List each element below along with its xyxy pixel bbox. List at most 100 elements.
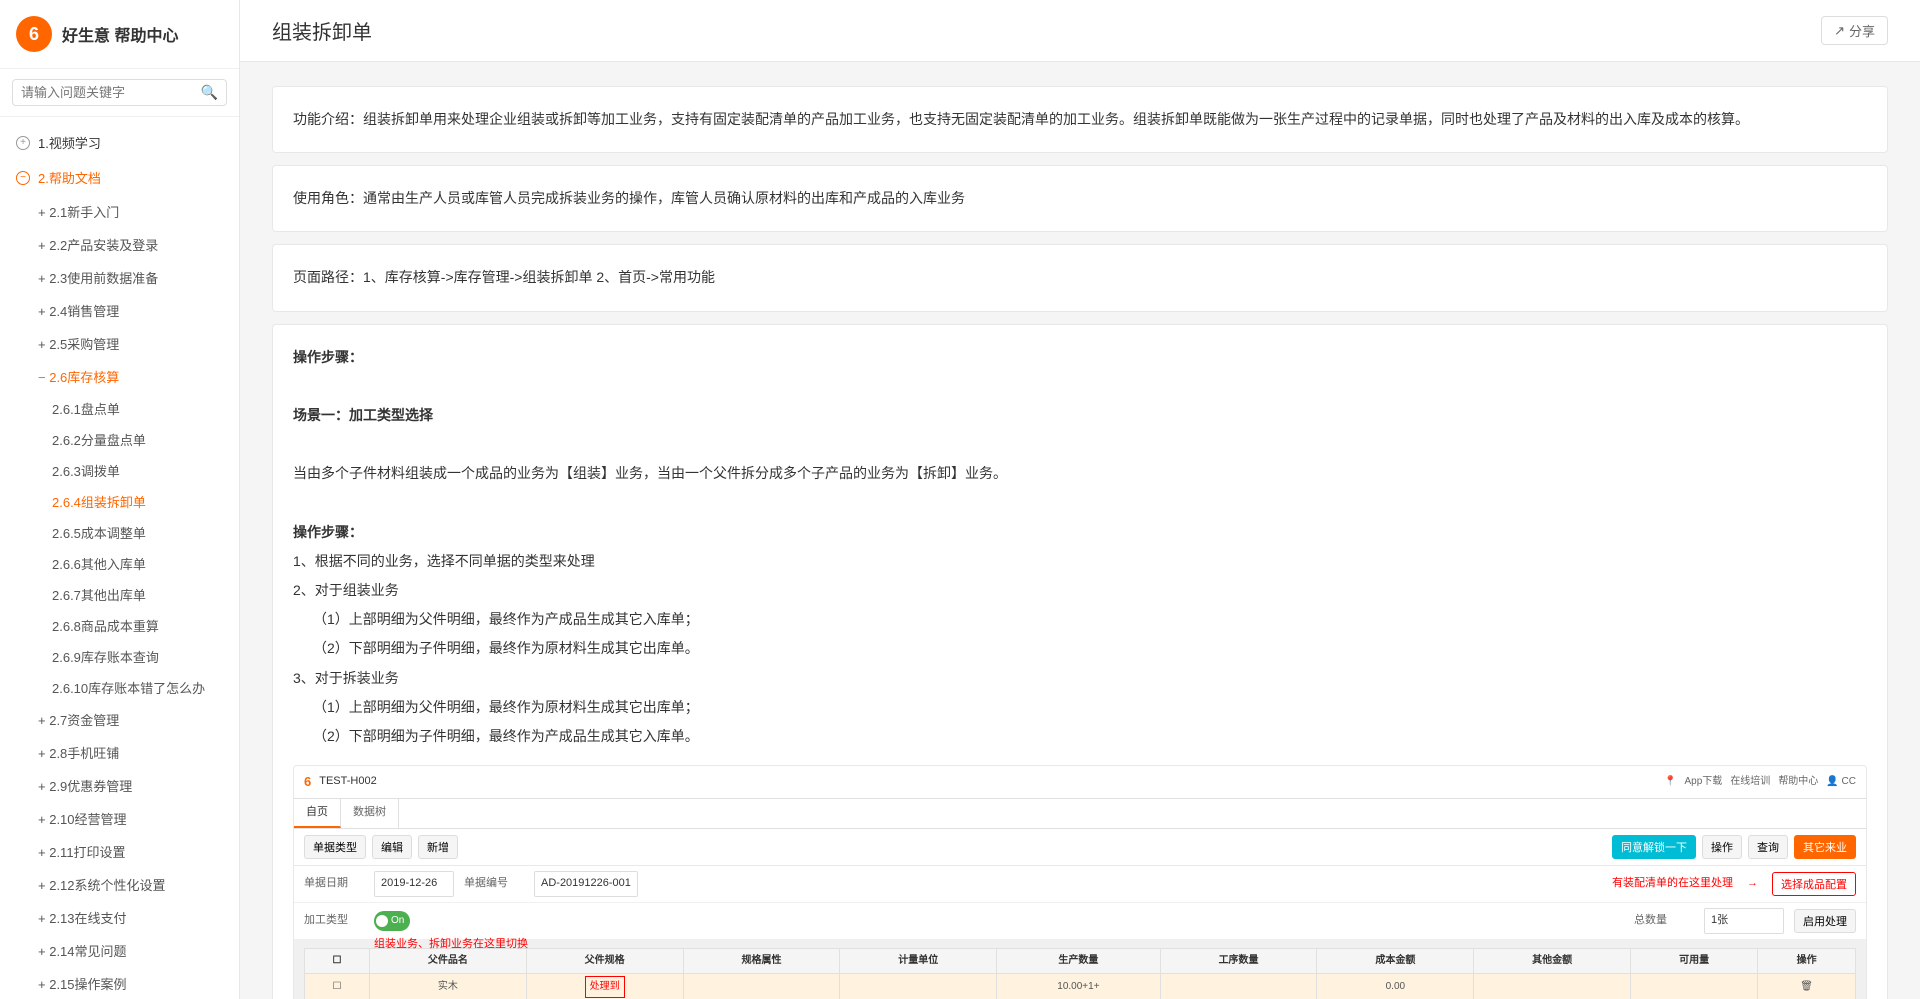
num-value: AD-20191226-001 <box>534 871 638 897</box>
type-label: 加工类型 <box>304 911 364 931</box>
inner-btn-action2[interactable]: 查询 <box>1748 835 1788 859</box>
inner-title: TEST-H002 <box>319 772 376 792</box>
annotation2-text: 组装业务、拆卸业务在这里切换 <box>374 935 528 955</box>
sidebar-item-label-1: 1.视频学习 <box>38 133 101 152</box>
th-prod-qty: 生产数量 <box>997 948 1161 973</box>
sidebar-item-install[interactable]: + 2.2产品安装及登录 <box>0 228 239 261</box>
ops-sub-title: 操作步骤： <box>293 520 1867 545</box>
inner-titlebar: 6 TEST-H002 📍 App下载 在线培训 帮助中心 👤 CC <box>294 766 1866 798</box>
sidebar-item-data-prep[interactable]: + 2.3使用前数据准备 <box>0 261 239 294</box>
top-table-area: ☐ 父件品名 父件规格 规格属性 计量单位 生产数量 工序数量 成本金额 其他金… <box>304 948 1856 999</box>
sidebar-sub-269[interactable]: 2.6.9库存账本查询 <box>0 641 239 672</box>
nav-section-1: + 1.视频学习 <box>0 125 239 160</box>
toggle-switch[interactable]: On <box>374 911 410 931</box>
sidebar-item-customize[interactable]: + 2.12系统个性化设置 <box>0 868 239 901</box>
sidebar-item-label-2: 2.帮助文档 <box>38 168 101 187</box>
toggle-label: On <box>391 912 404 930</box>
inner-btn-new[interactable]: 新增 <box>418 835 458 859</box>
inner-tab-tree[interactable]: 数据树 <box>341 799 399 829</box>
scene-desc: 当由多个子件材料组装成一个成品的业务为【组装】业务，当由一个父件拆分成多个子产品… <box>293 461 1867 486</box>
process-btn-area: 启用处理 启用处理 <box>1794 909 1856 933</box>
sidebar-item-video[interactable]: + 1.视频学习 <box>0 125 239 160</box>
nav-children-2: + 2.1新手入门 + 2.2产品安装及登录 + 2.3使用前数据准备 + 2.… <box>0 195 239 999</box>
scene-title: 场景一：加工类型选择 <box>293 403 1867 428</box>
search-input[interactable] <box>21 85 201 100</box>
nav-tree: + 1.视频学习 − 2.帮助文档 + 2.1新手入门 + 2.2产品安装及登录… <box>0 117 239 999</box>
sidebar-sub-265[interactable]: 2.6.5成本调整单 <box>0 517 239 548</box>
sidebar-sub-2610[interactable]: 2.6.10库存账本错了怎么办 <box>0 672 239 703</box>
td-avail-val <box>1631 973 1758 999</box>
toggle-dot <box>376 915 388 927</box>
sidebar-item-sales[interactable]: + 2.4销售管理 <box>0 294 239 327</box>
sidebar-sub-268[interactable]: 2.6.8商品成本重算 <box>0 610 239 641</box>
sidebar-sub-266[interactable]: 2.6.6其他入库单 <box>0 548 239 579</box>
search-box: 🔍 <box>12 79 227 106</box>
sidebar-sub-262[interactable]: 2.6.2分量盘点单 <box>0 424 239 455</box>
step2: 2、对于组装业务 <box>293 578 1867 603</box>
inner-assembly-btn[interactable]: 选择成品配置 <box>1772 872 1856 896</box>
sidebar-item-payment[interactable]: + 2.13在线支付 <box>0 901 239 934</box>
role-section: 使用角色：通常由生产人员或库管人员完成拆装业务的操作，库管人员确认原材料的出库和… <box>272 165 1888 232</box>
td-unit <box>840 973 997 999</box>
inner-btn-action3[interactable]: 其它来业 <box>1794 835 1856 859</box>
intro-text: 功能介绍：组装拆卸单用来处理企业组装或拆卸等加工业务，支持有固定装配清单的产品加… <box>293 107 1867 132</box>
th-parent-spec: 父件规格 <box>526 948 683 973</box>
main-header: 组装拆卸单 ↗ 分享 <box>240 0 1920 62</box>
logo-text: 好生意 帮助中心 <box>62 22 178 46</box>
sidebar-item-inventory[interactable]: − 2.6库存核算 <box>0 360 239 393</box>
inner-btn-action1[interactable]: 操作 <box>1702 835 1742 859</box>
step2-2: （2）下部明细为子件明细，最终作为原材料生成其它出库单。 <box>313 636 1867 661</box>
sidebar-sub-267[interactable]: 2.6.7其他出库单 <box>0 579 239 610</box>
inner-btn-type[interactable]: 单据类型 <box>304 835 366 859</box>
step2-1: （1）上部明细为父件明细，最终作为产成品生成其它入库单； <box>313 607 1867 632</box>
annotation1-text: 有装配清单的在这里处理 <box>1612 874 1733 894</box>
td-spec: 处理到 <box>526 973 683 999</box>
sidebar-item-mobile[interactable]: + 2.8手机旺铺 <box>0 736 239 769</box>
td-prod-qty: 10.00+1+ <box>997 973 1161 999</box>
th-unit: 计量单位 <box>840 948 997 973</box>
type-toggle-area: On 组装业务、拆卸业务在这里切换 <box>374 911 410 931</box>
th-avail: 可用量 <box>1631 948 1758 973</box>
expand-icon-1: + <box>16 136 30 150</box>
screenshot-container: 6 TEST-H002 📍 App下载 在线培训 帮助中心 👤 CC 自页 数据… <box>293 765 1867 999</box>
step3: 3、对于拆装业务 <box>293 666 1867 691</box>
sidebar-item-finance[interactable]: + 2.7资金管理 <box>0 703 239 736</box>
inner-tab-home[interactable]: 自页 <box>294 799 341 829</box>
path-text: 页面路径：1、库存核算->库存管理->组装拆卸单 2、首页->常用功能 <box>293 265 1867 290</box>
sidebar-item-coupon[interactable]: + 2.9优惠券管理 <box>0 769 239 802</box>
ops-section: 操作步骤： 场景一：加工类型选择 当由多个子件材料组装成一个成品的业务为【组装】… <box>272 324 1888 999</box>
date-label: 单据日期 <box>304 874 364 894</box>
sidebar-sub-264[interactable]: 2.6.4组装拆卸单 <box>0 486 239 517</box>
th-col-checkbox: ☐ <box>305 948 370 973</box>
search-icon[interactable]: 🔍 <box>201 84 218 101</box>
sidebar-item-operations[interactable]: + 2.10经营管理 <box>0 802 239 835</box>
top-table-header-row: ☐ 父件品名 父件规格 规格属性 计量单位 生产数量 工序数量 成本金额 其他金… <box>305 948 1856 973</box>
sidebar-item-purchase[interactable]: + 2.5采购管理 <box>0 327 239 360</box>
th-cost: 成本金额 <box>1317 948 1474 973</box>
role-text: 使用角色：通常由生产人员或库管人员完成拆装业务的操作，库管人员确认原材料的出库和… <box>293 186 1867 211</box>
sidebar: 6 好生意 帮助中心 🔍 + 1.视频学习 − 2.帮助文档 + 2.1新手入门 <box>0 0 240 999</box>
annotation-box: 处理到 <box>585 976 625 998</box>
sidebar-sub-261[interactable]: 2.6.1盘点单 <box>0 393 239 424</box>
share-label: 分享 <box>1849 21 1875 40</box>
content-area: 功能介绍：组装拆卸单用来处理企业组装或拆卸等加工业务，支持有固定装配清单的产品加… <box>240 62 1920 999</box>
sidebar-item-faq[interactable]: + 2.14常见问题 <box>0 934 239 967</box>
inner-process-btn[interactable]: 启用处理 <box>1794 909 1856 933</box>
sidebar-item-cases[interactable]: + 2.15操作案例 <box>0 967 239 999</box>
inner-btn-edit[interactable]: 编辑 <box>372 835 412 859</box>
inner-ui: 6 TEST-H002 📍 App下载 在线培训 帮助中心 👤 CC 自页 数据… <box>294 766 1866 999</box>
collapse-icon-2: − <box>16 171 30 185</box>
td-proc-qty <box>1160 973 1317 999</box>
date-value: 2019-12-26 <box>374 871 454 897</box>
share-icon: ↗ <box>1834 23 1845 39</box>
nav-section-2: − 2.帮助文档 + 2.1新手入门 + 2.2产品安装及登录 + 2.3使用前… <box>0 160 239 999</box>
sidebar-item-newbie[interactable]: + 2.1新手入门 <box>0 195 239 228</box>
inner-form-row2: 加工类型 On 组装业务、拆卸业务在这里切换 总数量 <box>294 903 1866 940</box>
sidebar-item-help-docs[interactable]: − 2.帮助文档 <box>0 160 239 195</box>
search-area: 🔍 <box>0 69 239 117</box>
td-check: ☐ <box>305 973 370 999</box>
inner-btn-unlock[interactable]: 同意解锁一下 <box>1612 835 1696 859</box>
share-button[interactable]: ↗ 分享 <box>1821 16 1888 45</box>
sidebar-item-print[interactable]: + 2.11打印设置 <box>0 835 239 868</box>
sidebar-sub-263[interactable]: 2.6.3调拨单 <box>0 455 239 486</box>
